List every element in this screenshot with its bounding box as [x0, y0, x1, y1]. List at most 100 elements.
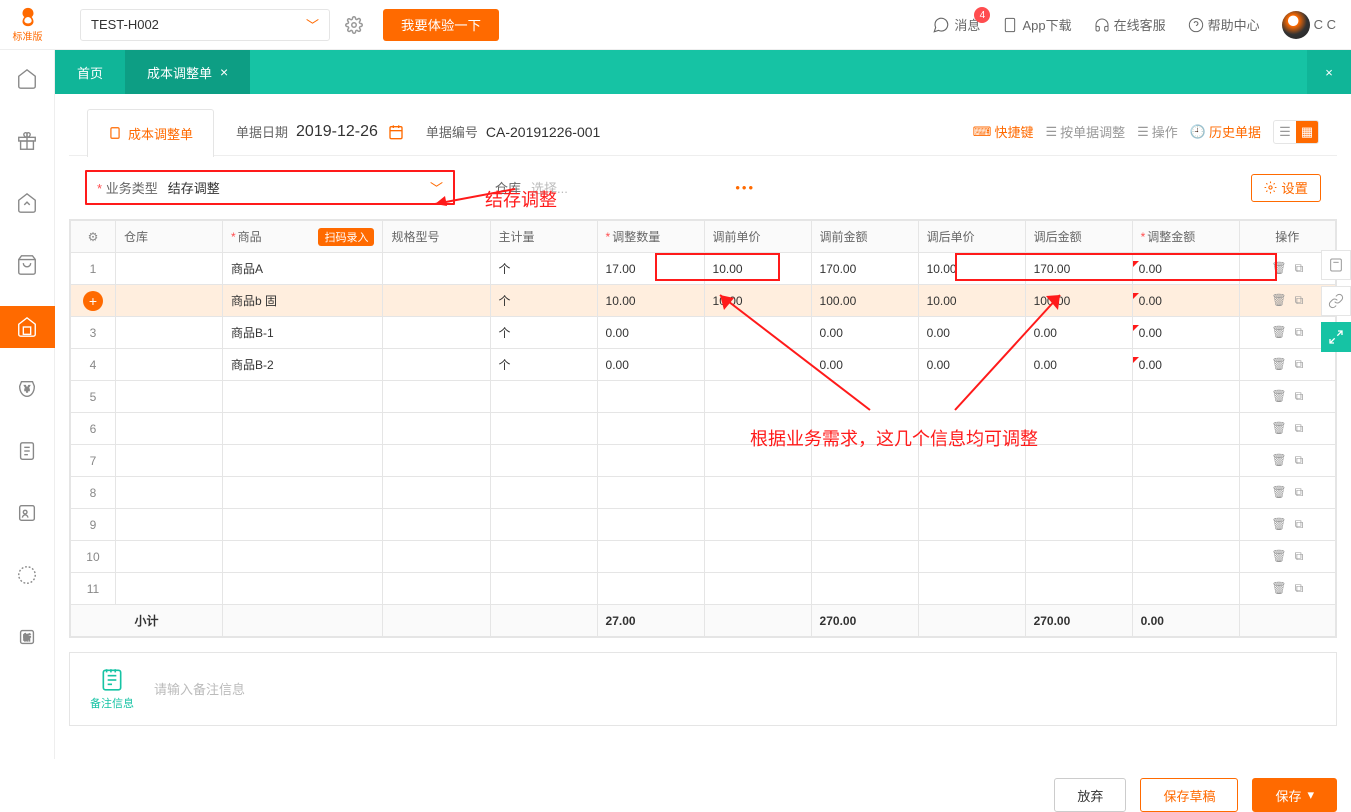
rail-link-icon[interactable] [1321, 286, 1351, 316]
trial-button[interactable]: 我要体验一下 [383, 9, 499, 41]
copy-row-icon[interactable]: ⧉ [1295, 517, 1304, 531]
sidebar: ¥ 新 [0, 50, 55, 759]
nav-receive[interactable] [0, 182, 55, 224]
nav-contact[interactable] [0, 492, 55, 534]
col-pre-amt: 调前金额 [811, 221, 918, 253]
date-label: 单据日期 [236, 122, 288, 141]
date-value[interactable]: 2019-12-26 [296, 123, 378, 141]
by-doc-link[interactable]: ☰按单据调整 [1045, 122, 1125, 141]
tab-cost-adjust[interactable]: 成本调整单 × [125, 50, 250, 94]
table-row[interactable]: 11🗑⧉ [71, 573, 1336, 605]
subtotal-qty: 27.00 [597, 605, 704, 637]
delete-row-icon[interactable]: 🗑 [1271, 549, 1286, 563]
avatar [1282, 11, 1310, 39]
col-spec: 规格型号 [383, 221, 490, 253]
more-icon[interactable]: ••• [735, 180, 755, 195]
delete-row-icon[interactable]: 🗑 [1271, 453, 1286, 467]
chevron-down-icon: ﹀ [430, 178, 443, 197]
delete-row-icon[interactable]: 🗑 [1271, 357, 1286, 371]
nav-warehouse[interactable] [0, 306, 55, 348]
table-row[interactable]: +商品b 固个10.0010.00100.0010.00100.000.00🗑⧉ [71, 285, 1336, 317]
nav-bag[interactable] [0, 244, 55, 286]
add-row-button[interactable]: + [83, 291, 103, 311]
nav-new[interactable]: 新 [0, 616, 55, 658]
copy-row-icon[interactable]: ⧉ [1295, 389, 1304, 403]
help-link[interactable]: 帮助中心 [1188, 15, 1260, 34]
user-menu[interactable]: C C [1282, 11, 1336, 39]
table-row[interactable]: 9🗑⧉ [71, 509, 1336, 541]
nav-sync[interactable] [0, 554, 55, 596]
svg-text:¥: ¥ [23, 384, 30, 394]
annotation-text: 结存调整 [485, 186, 557, 212]
logo: 标准版 [0, 0, 55, 50]
ops-link[interactable]: ☰操作 [1137, 122, 1178, 141]
table-row[interactable]: 6🗑⧉ [71, 413, 1336, 445]
delete-row-icon[interactable]: 🗑 [1271, 485, 1286, 499]
biz-type-field[interactable]: * 业务类型 结存调整 ﹀ [85, 170, 455, 205]
table-row[interactable]: 5🗑⧉ [71, 381, 1336, 413]
view-toggle[interactable]: ☰ ▦ [1273, 120, 1319, 144]
subtotal-post-amt: 270.00 [1025, 605, 1132, 637]
delete-row-icon[interactable]: 🗑 [1271, 581, 1286, 595]
svg-text:新: 新 [23, 633, 31, 642]
nav-money[interactable]: ¥ [0, 368, 55, 410]
topbar: 标准版 TEST-H002 ﹀ 我要体验一下 消息 4 App下载 在线客服 帮… [0, 0, 1351, 50]
nav-doc[interactable] [0, 430, 55, 472]
copy-row-icon[interactable]: ⧉ [1295, 261, 1304, 275]
discard-button[interactable]: 放弃 [1054, 778, 1126, 812]
page-tabs: 首页 成本调整单 × × [55, 50, 1351, 94]
rail-expand-icon[interactable] [1321, 322, 1351, 352]
table-row[interactable]: 3商品B-1个0.000.000.000.000.00🗑⧉ [71, 317, 1336, 349]
copy-row-icon[interactable]: ⧉ [1295, 581, 1304, 595]
rail-note-icon[interactable] [1321, 250, 1351, 280]
col-adj-amt: *调整金额 [1132, 221, 1239, 253]
store-selector[interactable]: TEST-H002 ﹀ [80, 9, 330, 41]
delete-row-icon[interactable]: 🗑 [1271, 517, 1286, 531]
copy-row-icon[interactable]: ⧉ [1295, 453, 1304, 467]
col-settings-icon[interactable]: ⚙ [71, 221, 116, 253]
save-draft-button[interactable]: 保存草稿 [1140, 778, 1238, 812]
col-warehouse: 仓库 [115, 221, 222, 253]
remark-section: 备注信息 [69, 652, 1337, 726]
table-row[interactable]: 8🗑⧉ [71, 477, 1336, 509]
history-link[interactable]: 🕘历史单据 [1190, 122, 1261, 141]
delete-row-icon[interactable]: 🗑 [1271, 389, 1286, 403]
delete-row-icon[interactable]: 🗑 [1271, 293, 1286, 307]
copy-row-icon[interactable]: ⧉ [1295, 485, 1304, 499]
scan-button[interactable]: 扫码录入 [318, 228, 374, 246]
gear-icon[interactable] [345, 16, 363, 34]
nav-home[interactable] [0, 58, 55, 100]
copy-row-icon[interactable]: ⧉ [1295, 325, 1304, 339]
doc-header: 成本调整单 单据日期 2019-12-26 单据编号 CA-20191226-0… [69, 108, 1337, 156]
app-download-link[interactable]: App下载 [1002, 15, 1071, 34]
calendar-icon[interactable] [388, 123, 404, 140]
table-row[interactable]: 4商品B-2个0.000.000.000.000.00🗑⧉ [71, 349, 1336, 381]
nav-gift[interactable] [0, 120, 55, 162]
view-list-icon[interactable]: ☰ [1274, 121, 1296, 143]
col-ops: 操作 [1239, 221, 1335, 253]
close-all-tabs[interactable]: × [1307, 50, 1351, 94]
delete-row-icon[interactable]: 🗑 [1271, 325, 1286, 339]
subtotal-pre-amt: 270.00 [811, 605, 918, 637]
remark-input[interactable] [154, 682, 1316, 697]
copy-row-icon[interactable]: ⧉ [1295, 293, 1304, 307]
tab-home[interactable]: 首页 [55, 50, 125, 94]
annotation-text: 根据业务需求，这几个信息均可调整 [750, 425, 1038, 451]
hotkey-link[interactable]: ⌨快捷键 [973, 122, 1034, 141]
doc-tab[interactable]: 成本调整单 [87, 109, 214, 157]
copy-row-icon[interactable]: ⧉ [1295, 549, 1304, 563]
close-tab-icon[interactable]: × [220, 64, 228, 80]
save-button[interactable]: 保存▾ [1252, 778, 1337, 812]
copy-row-icon[interactable]: ⧉ [1295, 357, 1304, 371]
docno-value: CA-20191226-001 [486, 124, 600, 140]
table-row[interactable]: 10🗑⧉ [71, 541, 1336, 573]
copy-row-icon[interactable]: ⧉ [1295, 421, 1304, 435]
settings-button[interactable]: 设置 [1251, 174, 1321, 202]
table-row[interactable]: 1商品A个17.0010.00170.0010.00170.000.00🗑⧉ [71, 253, 1336, 285]
delete-row-icon[interactable]: 🗑 [1271, 421, 1286, 435]
view-grid-icon[interactable]: ▦ [1296, 121, 1318, 143]
table-row[interactable]: 7🗑⧉ [71, 445, 1336, 477]
delete-row-icon[interactable]: 🗑 [1271, 261, 1286, 275]
messages-link[interactable]: 消息 4 [932, 15, 980, 34]
customer-service-link[interactable]: 在线客服 [1094, 15, 1166, 34]
